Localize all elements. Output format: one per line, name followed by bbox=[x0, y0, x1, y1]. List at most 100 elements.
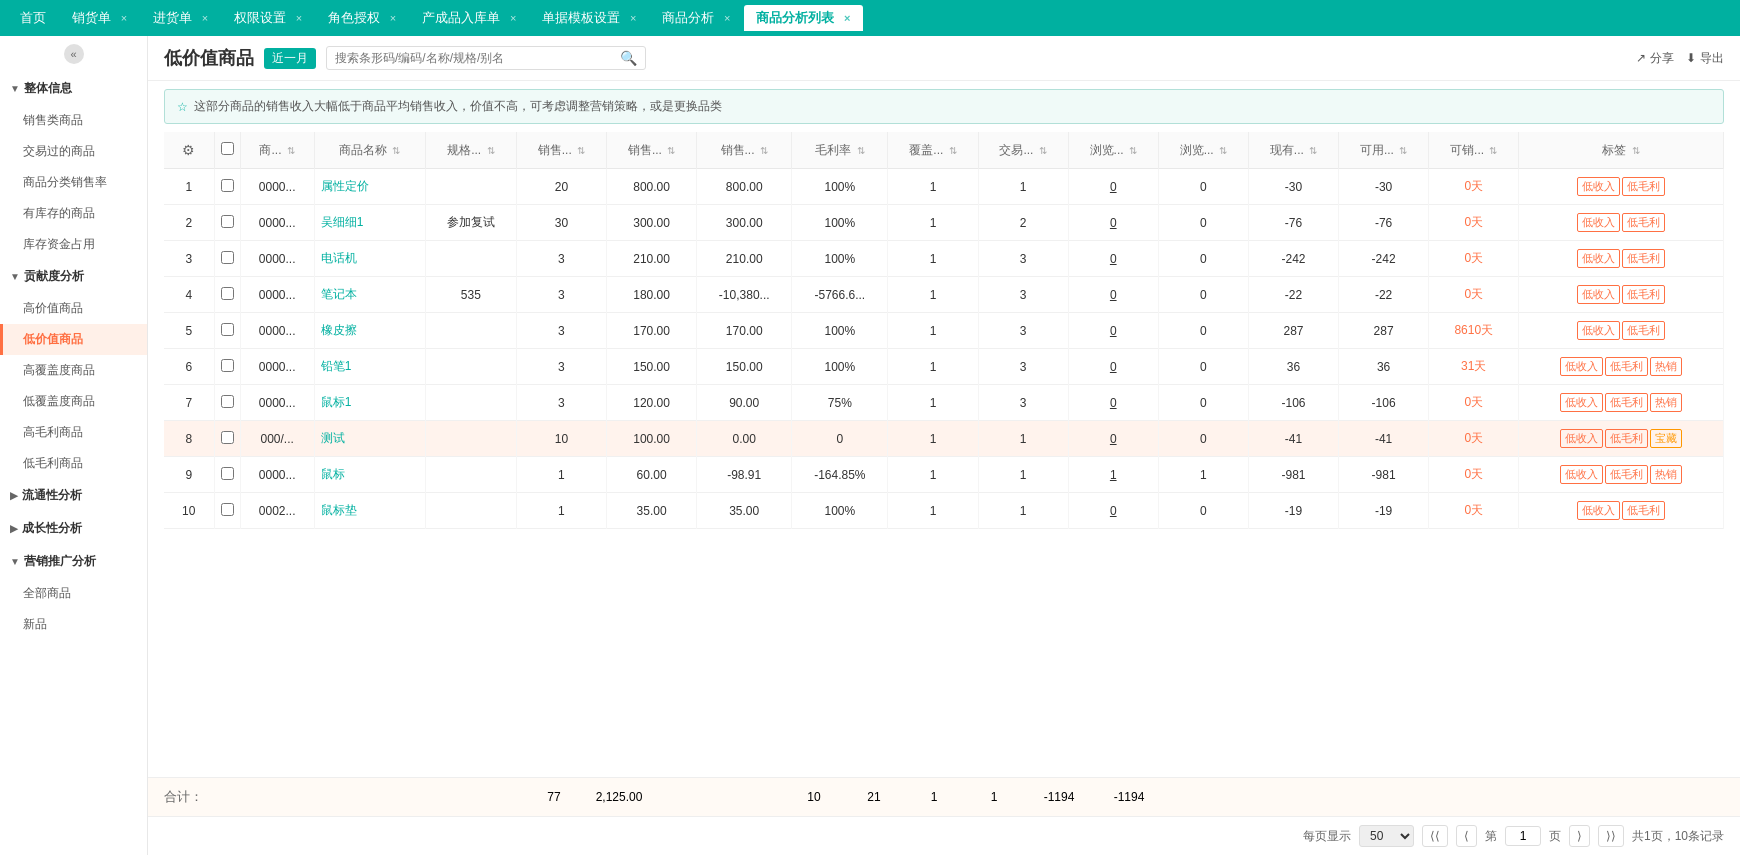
nav-product-analysis[interactable]: 商品分析 × bbox=[650, 5, 742, 31]
select-all-checkbox[interactable] bbox=[221, 142, 234, 155]
last-page-btn[interactable]: ⟩⟩ bbox=[1598, 825, 1624, 847]
row-available: -19 bbox=[1339, 493, 1429, 529]
th-sales-price[interactable]: 销售... ⇅ bbox=[607, 132, 697, 169]
nav-product-analysis-list[interactable]: 商品分析列表 × bbox=[744, 5, 862, 31]
prev-page-btn[interactable]: ⟨ bbox=[1456, 825, 1477, 847]
row-view1[interactable]: 0 bbox=[1068, 241, 1158, 277]
th-spec[interactable]: 规格... ⇅ bbox=[425, 132, 516, 169]
row-available: 36 bbox=[1339, 349, 1429, 385]
sidebar-section-growth[interactable]: ▶ 成长性分析 bbox=[0, 512, 147, 545]
row-name[interactable]: 鼠标垫 bbox=[314, 493, 425, 529]
sidebar-item-stocked-products[interactable]: 有库存的商品 bbox=[0, 198, 147, 229]
row-name[interactable]: 鼠标1 bbox=[314, 385, 425, 421]
row-checkbox[interactable] bbox=[221, 431, 234, 444]
th-name[interactable]: 商品名称 ⇅ bbox=[314, 132, 425, 169]
next-page-btn[interactable]: ⟩ bbox=[1569, 825, 1590, 847]
row-checkbox[interactable] bbox=[221, 251, 234, 264]
row-tags: 低收入低毛利 bbox=[1519, 313, 1724, 349]
search-input[interactable] bbox=[335, 51, 614, 65]
table-container[interactable]: ⚙ 商... ⇅ 商品名称 ⇅ 规格... ⇅ 销售... ⇅ 销售... ⇅ … bbox=[148, 132, 1740, 777]
row-view1[interactable]: 0 bbox=[1068, 277, 1158, 313]
row-view1[interactable]: 0 bbox=[1068, 169, 1158, 205]
sidebar-section-liquidity[interactable]: ▶ 流通性分析 bbox=[0, 479, 147, 512]
th-sales-amount[interactable]: 销售... ⇅ bbox=[697, 132, 792, 169]
row-view1[interactable]: 1 bbox=[1068, 457, 1158, 493]
settings-icon-btn[interactable]: ⚙ bbox=[178, 140, 199, 160]
sidebar-item-high-margin[interactable]: 高毛利商品 bbox=[0, 417, 147, 448]
row-name[interactable]: 鼠标 bbox=[314, 457, 425, 493]
sidebar-section-contribution[interactable]: ▼ 贡献度分析 bbox=[0, 260, 147, 293]
row-sales-amount: 150.00 bbox=[697, 349, 792, 385]
row-view1[interactable]: 0 bbox=[1068, 493, 1158, 529]
sidebar-item-high-value[interactable]: 高价值商品 bbox=[0, 293, 147, 324]
row-coverage: 1 bbox=[888, 241, 978, 277]
sidebar-item-low-coverage[interactable]: 低覆盖度商品 bbox=[0, 386, 147, 417]
row-sales-amount: 170.00 bbox=[697, 313, 792, 349]
row-name[interactable]: 铅笔1 bbox=[314, 349, 425, 385]
th-coverage[interactable]: 覆盖... ⇅ bbox=[888, 132, 978, 169]
section-label-general: 整体信息 bbox=[24, 80, 72, 97]
row-view1[interactable]: 0 bbox=[1068, 349, 1158, 385]
nav-role-auth[interactable]: 角色授权 × bbox=[316, 5, 408, 31]
sidebar-item-category-sales-rate[interactable]: 商品分类销售率 bbox=[0, 167, 147, 198]
row-view1[interactable]: 0 bbox=[1068, 313, 1158, 349]
export-button[interactable]: ⬇ 导出 bbox=[1686, 50, 1724, 67]
th-current[interactable]: 现有... ⇅ bbox=[1248, 132, 1338, 169]
search-icon[interactable]: 🔍 bbox=[620, 50, 637, 66]
row-name[interactable]: 橡皮擦 bbox=[314, 313, 425, 349]
page-input[interactable] bbox=[1505, 826, 1541, 846]
nav-product-storage[interactable]: 产成品入库单 × bbox=[410, 5, 528, 31]
th-sales-qty[interactable]: 销售... ⇅ bbox=[516, 132, 606, 169]
th-available[interactable]: 可用... ⇅ bbox=[1339, 132, 1429, 169]
row-name[interactable]: 电话机 bbox=[314, 241, 425, 277]
row-available: 287 bbox=[1339, 313, 1429, 349]
sidebar-item-low-value[interactable]: 低价值商品 bbox=[0, 324, 147, 355]
sidebar-item-low-margin[interactable]: 低毛利商品 bbox=[0, 448, 147, 479]
row-name[interactable]: 吴细细1 bbox=[314, 205, 425, 241]
row-checkbox[interactable] bbox=[221, 395, 234, 408]
nav-permission[interactable]: 权限设置 × bbox=[222, 5, 314, 31]
sidebar-item-sales-products[interactable]: 销售类商品 bbox=[0, 105, 147, 136]
sidebar-item-all-products[interactable]: 全部商品 bbox=[0, 578, 147, 609]
sidebar-item-traded-products[interactable]: 交易过的商品 bbox=[0, 136, 147, 167]
row-checkbox[interactable] bbox=[221, 287, 234, 300]
row-tags: 低收入低毛利热销 bbox=[1519, 385, 1724, 421]
filter-tag-recent-month[interactable]: 近一月 bbox=[264, 48, 316, 69]
row-checkbox[interactable] bbox=[221, 467, 234, 480]
nav-template-settings[interactable]: 单据模板设置 × bbox=[530, 5, 648, 31]
row-view1[interactable]: 0 bbox=[1068, 205, 1158, 241]
th-margin[interactable]: 毛利率 ⇅ bbox=[792, 132, 888, 169]
first-page-btn[interactable]: ⟨⟨ bbox=[1422, 825, 1448, 847]
nav-home[interactable]: 首页 bbox=[8, 5, 58, 31]
row-view1[interactable]: 0 bbox=[1068, 421, 1158, 457]
row-checkbox[interactable] bbox=[221, 179, 234, 192]
sidebar-item-high-coverage[interactable]: 高覆盖度商品 bbox=[0, 355, 147, 386]
th-code[interactable]: 商... ⇅ bbox=[240, 132, 314, 169]
sidebar-section-marketing[interactable]: ▼ 营销推广分析 bbox=[0, 545, 147, 578]
sidebar-item-new-products[interactable]: 新品 bbox=[0, 609, 147, 640]
row-checkbox[interactable] bbox=[221, 503, 234, 516]
sidebar-collapse-btn[interactable]: « bbox=[64, 44, 84, 64]
row-checkbox[interactable] bbox=[221, 359, 234, 372]
row-name[interactable]: 属性定价 bbox=[314, 169, 425, 205]
nav-purchase-order[interactable]: 进货单 × bbox=[141, 5, 220, 31]
th-saleable[interactable]: 可销... ⇅ bbox=[1429, 132, 1519, 169]
th-view1[interactable]: 浏览... ⇅ bbox=[1068, 132, 1158, 169]
row-checkbox[interactable] bbox=[221, 215, 234, 228]
sidebar-item-inventory-funds[interactable]: 库存资金占用 bbox=[0, 229, 147, 260]
page-size-select[interactable]: 50 100 200 bbox=[1359, 825, 1414, 847]
th-trade[interactable]: 交易... ⇅ bbox=[978, 132, 1068, 169]
sidebar-section-general[interactable]: ▼ 整体信息 bbox=[0, 72, 147, 105]
row-sales-price: 800.00 bbox=[607, 169, 697, 205]
row-checkbox[interactable] bbox=[221, 323, 234, 336]
row-code: 0000... bbox=[240, 385, 314, 421]
row-view1[interactable]: 0 bbox=[1068, 385, 1158, 421]
th-settings[interactable]: ⚙ bbox=[164, 132, 214, 169]
th-view2[interactable]: 浏览... ⇅ bbox=[1158, 132, 1248, 169]
row-name[interactable]: 测试 bbox=[314, 421, 425, 457]
row-sales-qty: 10 bbox=[516, 421, 606, 457]
share-button[interactable]: ↗ 分享 bbox=[1636, 50, 1674, 67]
th-tags[interactable]: 标签 ⇅ bbox=[1519, 132, 1724, 169]
row-name[interactable]: 笔记本 bbox=[314, 277, 425, 313]
nav-sales-order[interactable]: 销货单 × bbox=[60, 5, 139, 31]
